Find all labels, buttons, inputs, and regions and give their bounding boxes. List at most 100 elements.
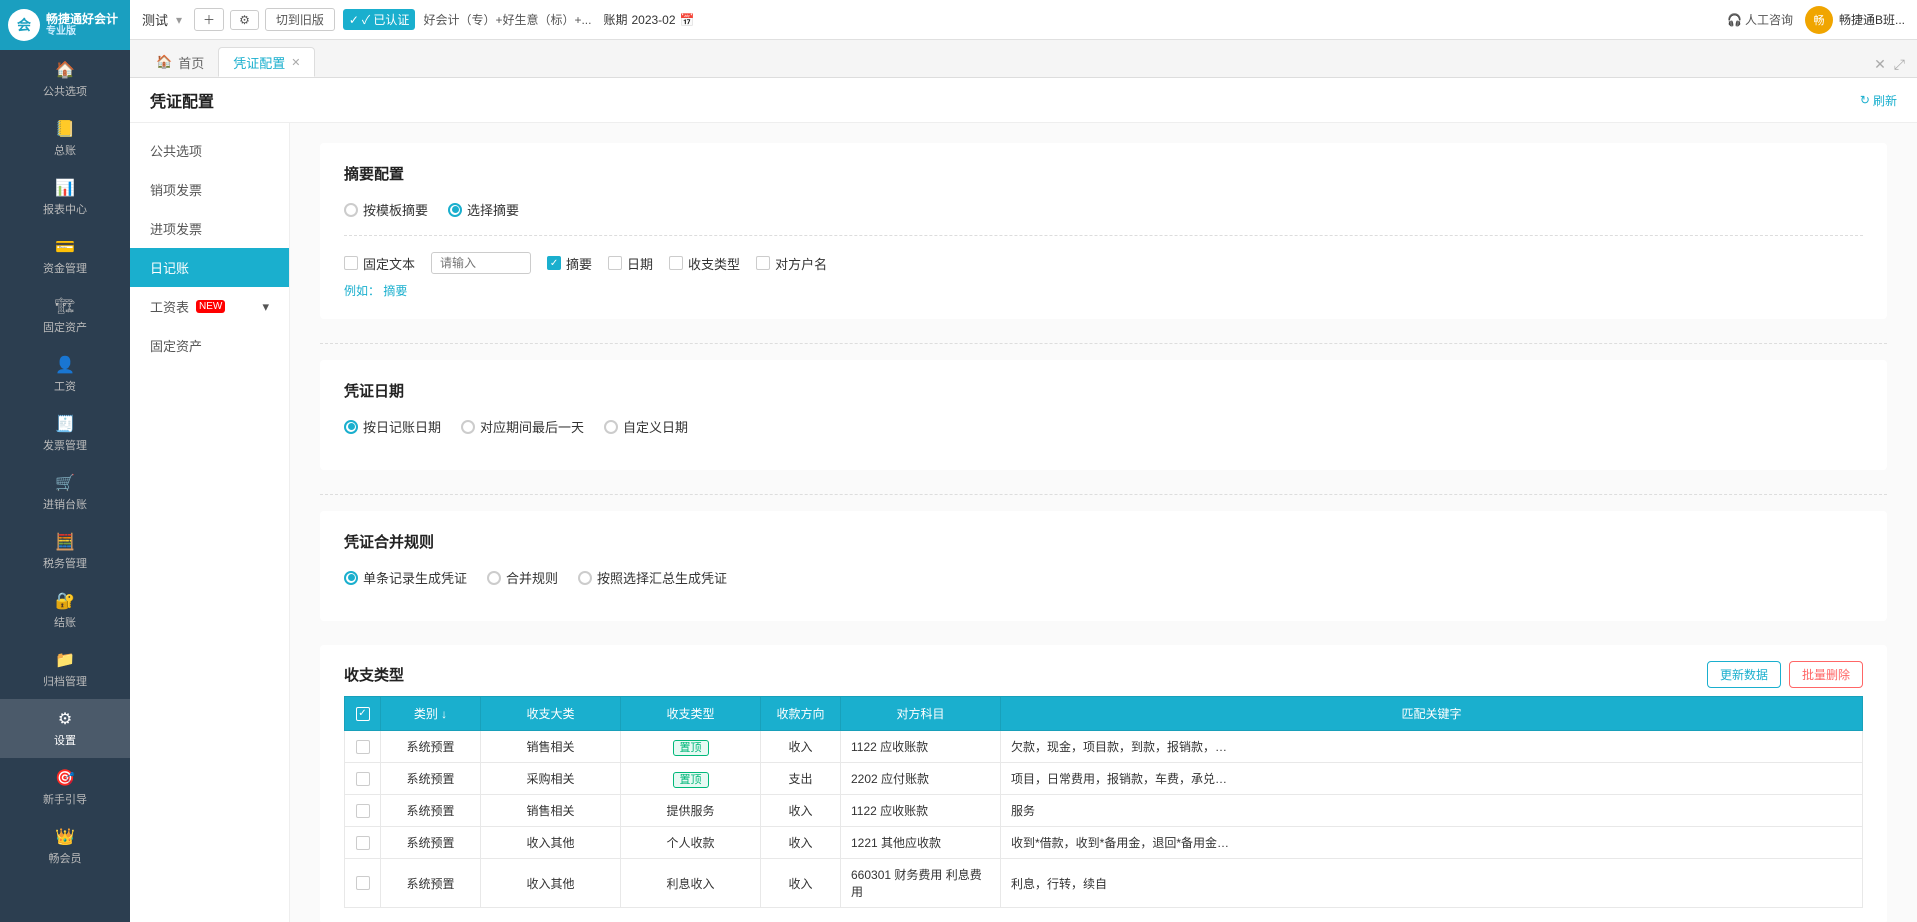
radio-aggregate-circle — [578, 571, 592, 585]
ledger-icon: 📒 — [55, 119, 75, 139]
left-nav: 公共选项 销项发票 进项发票 日记账 工资表 NEW ▾ 固定资产 — [130, 123, 290, 922]
fixed-text-input[interactable] — [431, 252, 531, 274]
radio-merge-circle — [487, 571, 501, 585]
topbar-right: 🎧 人工咨询 畅 畅捷通B班... — [1727, 6, 1905, 34]
voucher-date-section: 凭证日期 按日记账日期 对应期间最后一天 自定义日期 — [320, 360, 1887, 470]
checkbox-summary[interactable]: ✓ 摘要 — [547, 254, 592, 273]
row-checkbox-2[interactable] — [356, 804, 370, 818]
nav-item-purchase-invoice[interactable]: 进项发票 — [130, 209, 289, 248]
checkbox-row: 固定文本 ✓ 摘要 日期 收支类型 — [344, 252, 1863, 274]
nav-item-payroll[interactable]: 工资表 NEW ▾ — [130, 287, 289, 326]
sidebar-item-ledger[interactable]: 📒 总账 — [0, 109, 130, 168]
merge-title: 凭证合并规则 — [344, 531, 1863, 552]
pin-top-tag-0[interactable]: 置顶 — [673, 740, 709, 756]
batch-delete-btn[interactable]: 批量删除 — [1789, 661, 1863, 688]
settings-icon: ⚙ — [58, 709, 72, 729]
tab-home[interactable]: 🏠 首页 — [142, 47, 218, 77]
th-keywords: 匹配关键字 — [1001, 697, 1863, 731]
radio-template-circle — [344, 203, 358, 217]
tab-close-icon[interactable]: ✕ — [291, 56, 300, 69]
nav-item-sales-invoice[interactable]: 销项发票 — [130, 170, 289, 209]
refresh-btn[interactable]: ↻ 刷新 — [1860, 92, 1897, 109]
checkbox-counterparty[interactable]: 对方户名 — [756, 254, 827, 273]
switch-version-btn[interactable]: 切到旧版 — [265, 8, 335, 31]
update-data-btn[interactable]: 更新数据 — [1707, 661, 1781, 688]
user-menu[interactable]: 畅 畅捷通B班... — [1805, 6, 1905, 34]
radio-template-summary[interactable]: 按模板摘要 — [344, 200, 428, 219]
cell-category-0: 系统预置 — [381, 731, 481, 763]
topbar: 测试 ▾ ＋ ⚙ 切到旧版 ✓ ✓ 已认证 好会计（专）+好生意（标）+... … — [130, 0, 1917, 40]
cell-sub-type-0: 置顶 — [621, 731, 761, 763]
row-checkbox-4[interactable] — [356, 876, 370, 890]
radio-single-record[interactable]: 单条记录生成凭证 — [344, 568, 467, 587]
summary-section: 摘要配置 按模板摘要 选择摘要 固定文本 — [320, 143, 1887, 319]
radio-journal-date[interactable]: 按日记账日期 — [344, 417, 441, 436]
sidebar-item-tax[interactable]: 🧮 税务管理 — [0, 522, 130, 581]
radio-period-circle — [461, 420, 475, 434]
cell-keywords-4: 利息，行转，续自 — [1001, 859, 1863, 908]
tab-voucher-label: 凭证配置 — [233, 53, 285, 72]
radio-select-summary[interactable]: 选择摘要 — [448, 200, 519, 219]
nav-item-journal[interactable]: 日记账 — [130, 248, 289, 287]
archive-icon: 📁 — [55, 650, 75, 670]
checkbox-counterparty-box — [756, 256, 770, 270]
checkbox-income-type[interactable]: 收支类型 — [669, 254, 740, 273]
sidebar-item-member[interactable]: 👑 畅会员 — [0, 817, 130, 876]
divider1 — [344, 235, 1863, 236]
cell-category-4: 系统预置 — [381, 859, 481, 908]
calendar-icon[interactable]: 📅 — [680, 13, 695, 27]
panel-header: 凭证配置 ↻ 刷新 — [130, 78, 1917, 123]
cell-sub-type-1: 置顶 — [621, 763, 761, 795]
sidebar-item-close[interactable]: 🔐 结账 — [0, 581, 130, 640]
row-checkbox-0[interactable] — [356, 740, 370, 754]
topbar-plus-btn[interactable]: ＋ — [194, 8, 224, 31]
sidebar-item-capital[interactable]: 💳 资金管理 — [0, 227, 130, 286]
sidebar-item-salary[interactable]: 👤 工资 — [0, 345, 130, 404]
tab-voucher-config[interactable]: 凭证配置 ✕ — [218, 47, 315, 77]
radio-aggregate[interactable]: 按照选择汇总生成凭证 — [578, 568, 727, 587]
table-row: 系统预置 收入其他 利息收入 收入 660301 财务费用 利息费用 利息，行转… — [345, 859, 1863, 908]
window-minimize-btn[interactable]: ✕ — [1874, 56, 1886, 73]
sidebar-item-invoice[interactable]: 🧾 发票管理 — [0, 404, 130, 463]
radio-custom-date[interactable]: 自定义日期 — [604, 417, 688, 436]
tax-icon: 🧮 — [55, 532, 75, 552]
pin-top-tag-1[interactable]: 置顶 — [673, 772, 709, 788]
checkbox-income-box — [669, 256, 683, 270]
period-value: 2023-02 — [631, 13, 675, 27]
summary-title: 摘要配置 — [344, 163, 1863, 184]
radio-single-circle — [344, 571, 358, 585]
voucher-date-title: 凭证日期 — [344, 380, 1863, 401]
sidebar-item-home[interactable]: 🏠 公共选项 — [0, 50, 130, 109]
topbar-settings-btn[interactable]: ⚙ — [230, 10, 259, 30]
window-maximize-btn[interactable]: ⤢ — [1894, 56, 1905, 73]
nav-item-public[interactable]: 公共选项 — [130, 131, 289, 170]
sidebar-item-settings[interactable]: ⚙ 设置 — [0, 699, 130, 758]
row-checkbox-1[interactable] — [356, 772, 370, 786]
sidebar-item-report[interactable]: 📊 报表中心 — [0, 168, 130, 227]
radio-custom-circle — [604, 420, 618, 434]
sidebar-item-sales[interactable]: 🛒 进销台账 — [0, 463, 130, 522]
refresh-icon: ↻ — [1860, 93, 1870, 107]
radio-period-last-day[interactable]: 对应期间最后一天 — [461, 417, 584, 436]
nav-item-fixed-asset[interactable]: 固定资产 — [130, 326, 289, 365]
sidebar-item-asset[interactable]: 🏗 固定资产 — [0, 286, 130, 345]
checkbox-fixed-text[interactable]: 固定文本 — [344, 254, 415, 273]
select-all-checkbox[interactable]: ✓ — [356, 707, 370, 721]
checkbox-date[interactable]: 日期 — [608, 254, 653, 273]
th-subject: 对方科目 — [841, 697, 1001, 731]
sidebar-logo: 会 畅捷通好会计 专业版 — [0, 0, 130, 50]
cell-subject-2: 1122 应收账款 — [841, 795, 1001, 827]
service-btn[interactable]: 🎧 人工咨询 — [1727, 11, 1793, 28]
sidebar-item-archive[interactable]: 📁 归档管理 — [0, 640, 130, 699]
config-layout: 公共选项 销项发票 进项发票 日记账 工资表 NEW ▾ 固定资产 — [130, 123, 1917, 922]
row-checkbox-3[interactable] — [356, 836, 370, 850]
cell-subject-0: 1122 应收账款 — [841, 731, 1001, 763]
company-arrow-icon[interactable]: ▾ — [176, 13, 182, 27]
cell-subject-4: 660301 财务费用 利息费用 — [841, 859, 1001, 908]
cell-direction-1: 支出 — [761, 763, 841, 795]
radio-merge-rule[interactable]: 合并规则 — [487, 568, 558, 587]
company-name: 测试 — [142, 10, 168, 29]
report-icon: 📊 — [55, 178, 75, 198]
sidebar-item-guide[interactable]: 🎯 新手引导 — [0, 758, 130, 817]
th-major-type: 收支大类 — [481, 697, 621, 731]
